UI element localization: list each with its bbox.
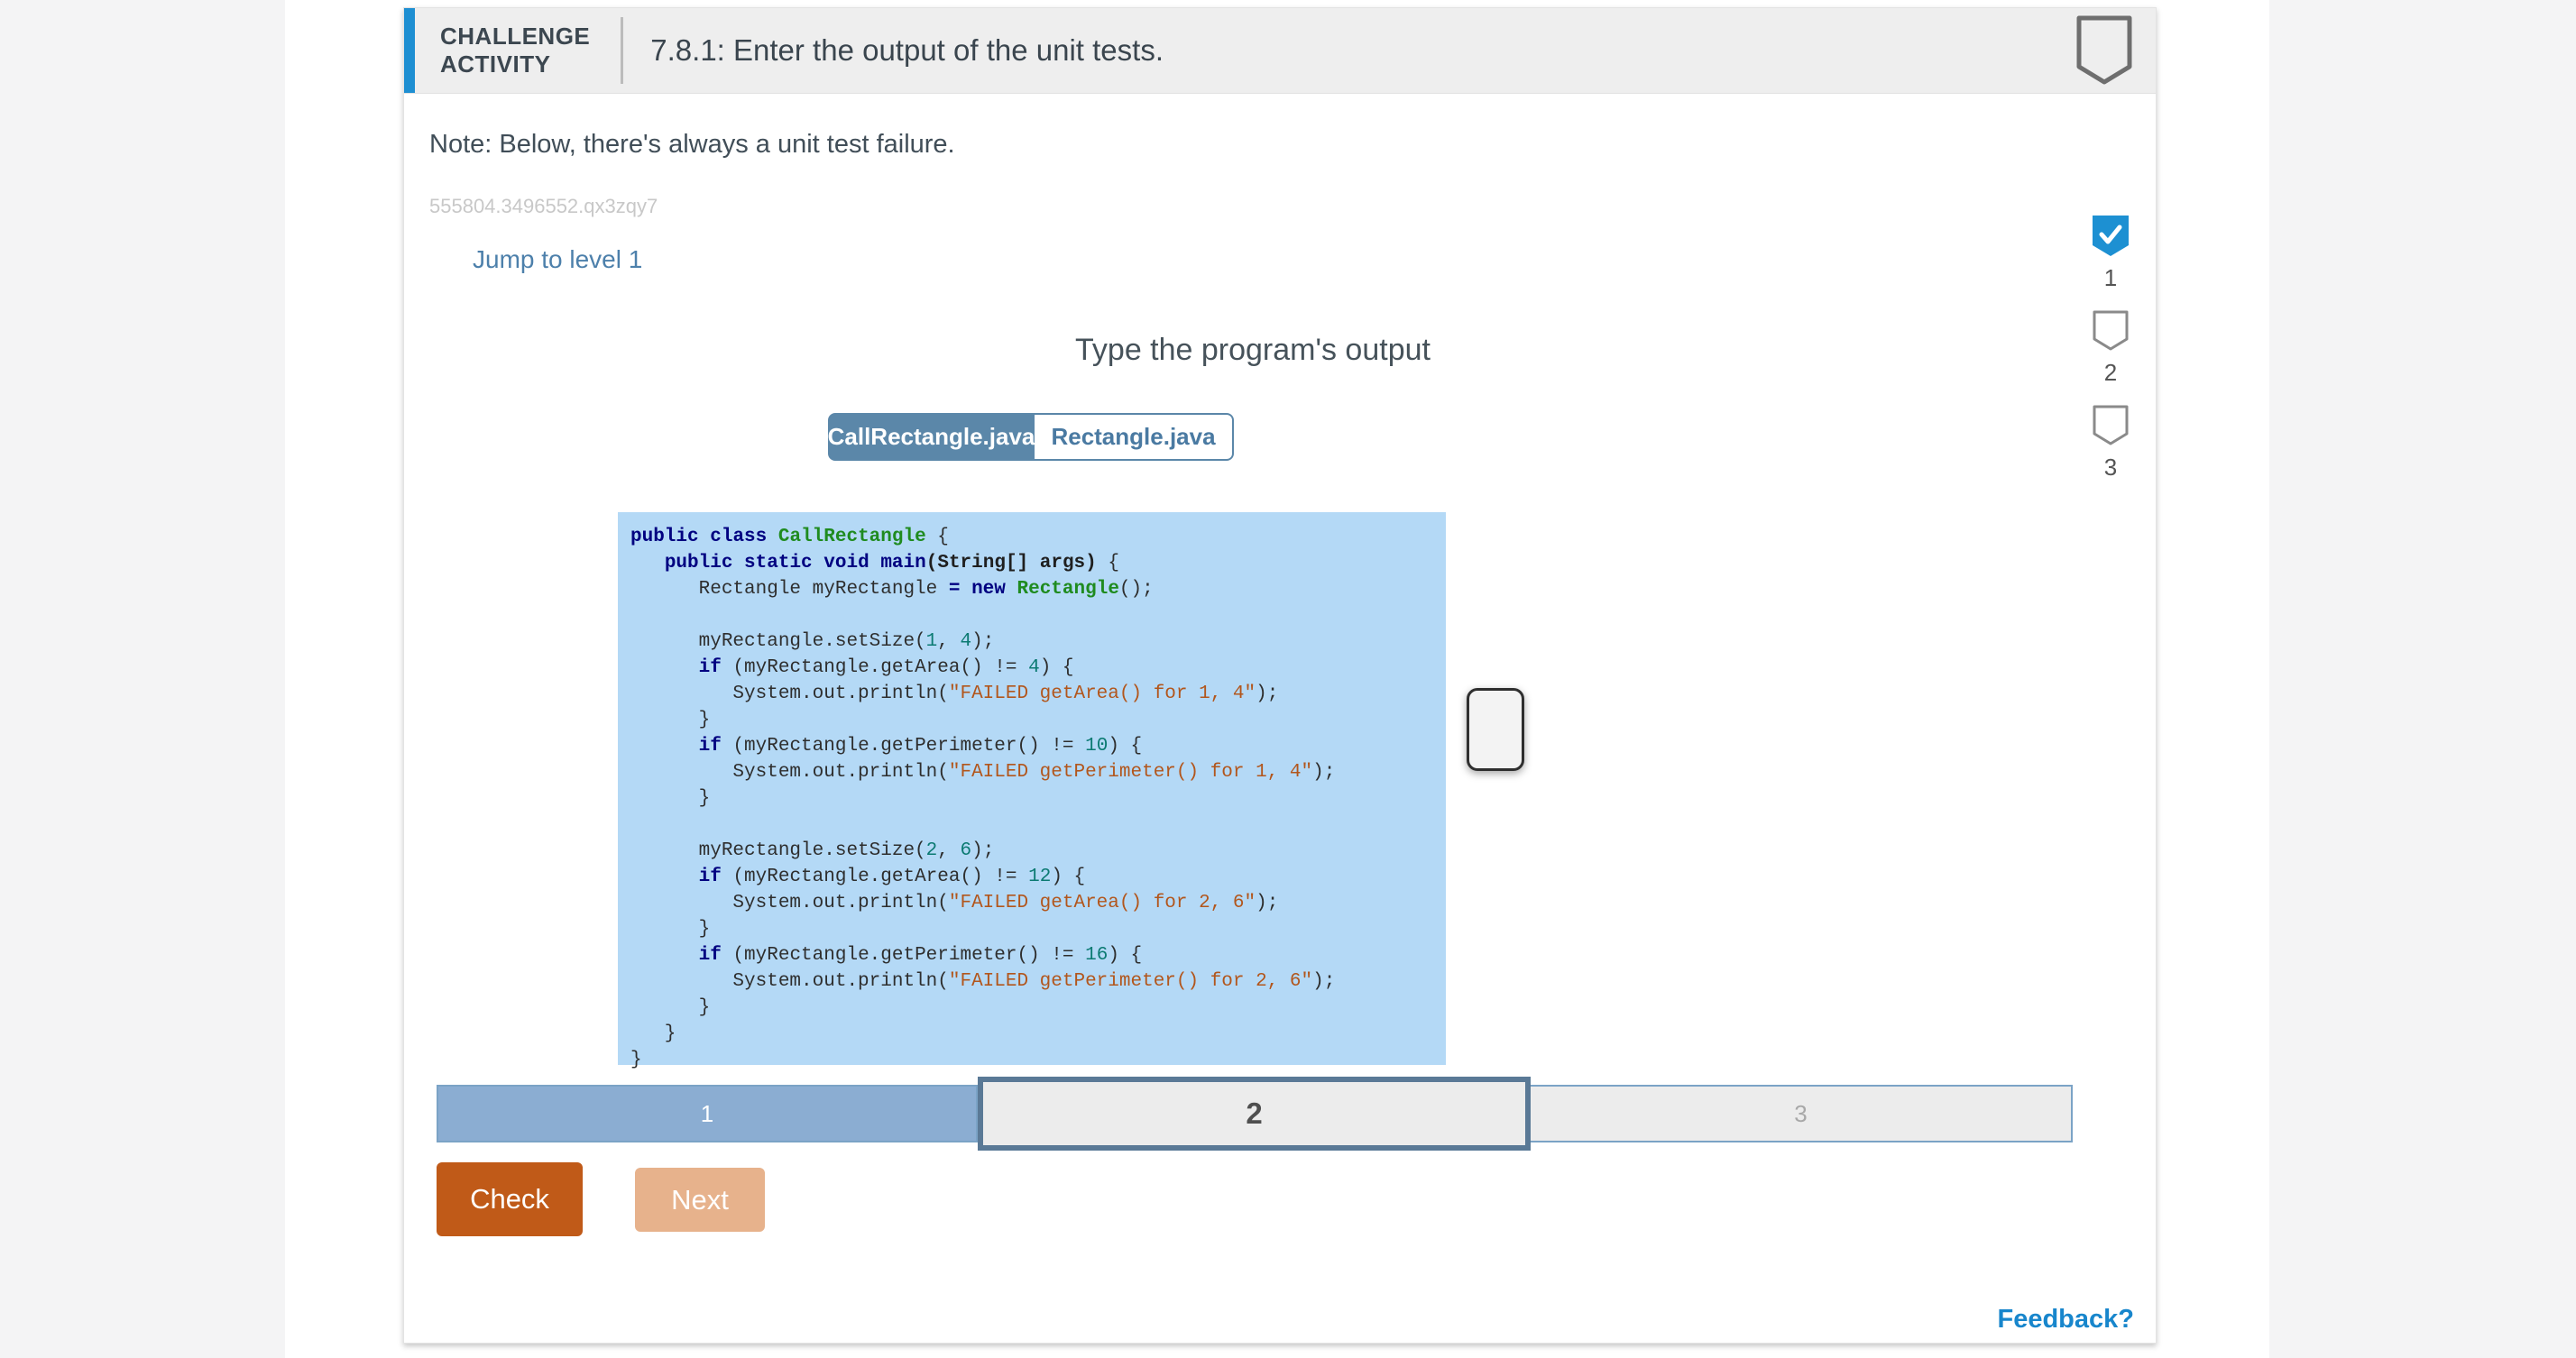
level-badge-3: 3 [2093,405,2129,482]
progress-segment-3: 3 [1531,1085,2073,1142]
code-listing: public class CallRectangle { public stat… [618,512,1446,1065]
note-text: Note: Below, there's always a unit test … [429,130,955,160]
progress-segment-1: 1 [437,1085,978,1142]
level-badge-label: 2 [2104,359,2117,387]
check-button[interactable]: Check [437,1162,583,1236]
next-button[interactable]: Next [635,1168,765,1232]
shield-check-icon [2093,216,2129,257]
header-divider [621,17,623,84]
answer-input[interactable] [1467,688,1524,771]
progress-bar: 1 2 3 [437,1085,2073,1142]
activity-title: 7.8.1: Enter the output of the unit test… [650,33,1164,68]
kicker-line-2: ACTIVITY [440,50,590,78]
prompt-heading: Type the program's output [404,333,2102,368]
tab-rectangle-java[interactable]: Rectangle.java [1035,413,1234,461]
tab-callrectangle-java[interactable]: CallRectangle.java [828,413,1035,461]
challenge-activity-card: CHALLENGE ACTIVITY 7.8.1: Enter the outp… [403,7,2157,1344]
activity-id: 555804.3496552.qx3zqy7 [429,195,658,218]
shield-icon [2076,15,2132,86]
blue-accent-bar [404,8,415,93]
challenge-header: CHALLENGE ACTIVITY 7.8.1: Enter the outp… [404,8,2156,94]
shield-outline-icon [2093,405,2129,446]
level-badge-label: 3 [2104,454,2117,482]
kicker-line-1: CHALLENGE [440,23,590,50]
level-badge-label: 1 [2104,264,2117,292]
progress-segment-2: 2 [978,1077,1531,1151]
file-tabs: CallRectangle.java Rectangle.java [828,413,1234,461]
feedback-link[interactable]: Feedback? [1998,1305,2135,1335]
level-badge-1: 1 [2093,216,2129,292]
challenge-activity-kicker: CHALLENGE ACTIVITY [440,23,590,78]
jump-to-level-link[interactable]: Jump to level 1 [473,245,642,274]
content-column: CHALLENGE ACTIVITY 7.8.1: Enter the outp… [285,0,2269,1358]
